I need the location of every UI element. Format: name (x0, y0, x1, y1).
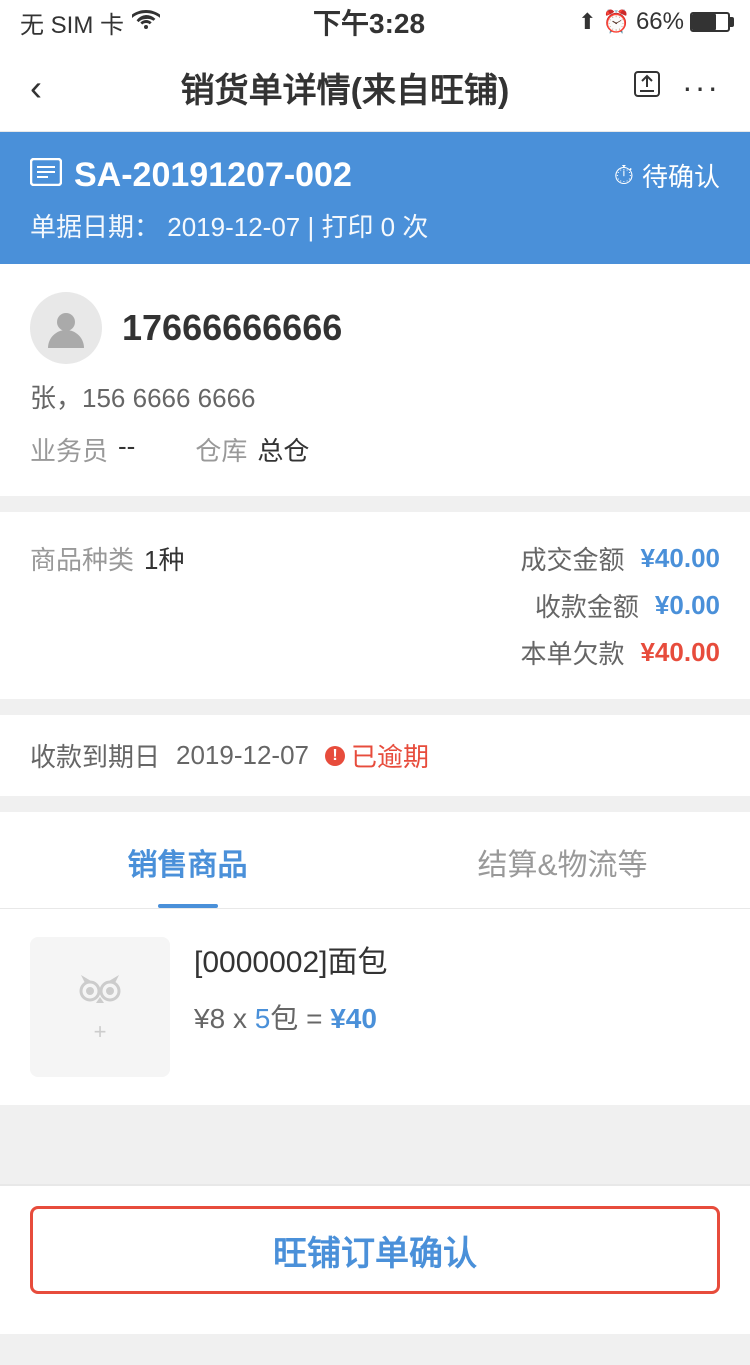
alarm-icon: ⏰ (603, 9, 630, 35)
customer-meta: 业务员 -- 仓库 总仓 (30, 431, 720, 468)
product-thumbnail: + (30, 937, 170, 1077)
customer-section: 17666666666 张，156 6666 6666 业务员 -- 仓库 总仓 (0, 264, 750, 496)
tab-settlement[interactable]: 结算&物流等 (375, 812, 750, 908)
received-label: 收款金额 (535, 587, 639, 624)
status-label: 待确认 (642, 157, 720, 194)
carrier-label: 无 SIM 卡 (20, 5, 124, 40)
product-type-value: 1种 (144, 540, 184, 577)
status-right: ⬆ ⏰ 66% (578, 8, 730, 36)
battery-percent: 66% (636, 8, 684, 36)
overdue-badge: ! 已逾期 (325, 737, 429, 774)
received-value: ¥0.00 (655, 590, 720, 621)
overdue-text: 已逾期 (351, 737, 429, 774)
product-name-text: 面包 (327, 946, 387, 979)
product-name: [0000002]面包 (194, 937, 720, 981)
multiply-sign: x (233, 1003, 255, 1034)
status-left: 无 SIM 卡 (20, 5, 160, 40)
nav-actions: ··· (600, 69, 720, 107)
page-title: 销货单详情(来自旺铺) (90, 63, 600, 112)
tabs-section: 销售商品 结算&物流等 (0, 812, 750, 909)
divider-1 (0, 496, 750, 512)
print-info: | 打印 0 次 (307, 212, 428, 242)
divider-3 (0, 796, 750, 812)
status-clock-icon: ⏱ (614, 160, 634, 192)
status-time: 下午3:28 (313, 2, 425, 42)
product-calc: ¥8 x 5包 = ¥40 (194, 997, 720, 1037)
battery-icon (690, 12, 730, 32)
amount-value: ¥40.00 (640, 543, 720, 574)
due-section: 收款到期日 2019-12-07 ! 已逾期 (0, 715, 750, 796)
product-unit: 包 (270, 1003, 298, 1034)
bottom-bar: 旺铺订单确认 (0, 1184, 750, 1334)
more-icon[interactable]: ··· (682, 69, 720, 106)
back-button[interactable]: ‹ (30, 67, 90, 109)
warehouse-value: 总仓 (257, 431, 309, 468)
order-status: ⏱ 待确认 (614, 157, 720, 194)
owed-value: ¥40.00 (640, 637, 720, 668)
product-code: [0000002] (194, 946, 327, 979)
product-section: + [0000002]面包 ¥8 x 5包 = ¥40 (0, 909, 750, 1105)
product-total: ¥40 (330, 1003, 377, 1034)
avatar (30, 292, 102, 364)
order-icon (30, 157, 62, 194)
sales-label: 业务员 (30, 431, 108, 468)
summary-section: 商品种类 1种 成交金额 ¥40.00 收款金额 ¥0.00 本单欠款 ¥40.… (0, 512, 750, 699)
customer-name: 张，156 6666 6666 (30, 378, 720, 415)
warehouse-label: 仓库 (195, 431, 247, 468)
sales-value: -- (118, 431, 135, 468)
confirm-button[interactable]: 旺铺订单确认 (30, 1206, 720, 1294)
due-date-value: 2019-12-07 (176, 740, 309, 771)
product-type-label: 商品种类 (30, 540, 134, 577)
equals-sign: = (306, 1003, 330, 1034)
order-date-row: 单据日期： 2019-12-07 | 打印 0 次 (30, 207, 720, 244)
order-date: 2019-12-07 (167, 212, 300, 242)
tab-sales-label: 销售商品 (128, 849, 248, 882)
status-bar: 无 SIM 卡 下午3:28 ⬆ ⏰ 66% (0, 0, 750, 44)
location-icon: ⬆ (578, 9, 596, 35)
product-item: + [0000002]面包 ¥8 x 5包 = ¥40 (30, 937, 720, 1077)
nav-bar: ‹ 销货单详情(来自旺铺) ··· (0, 44, 750, 132)
wifi-icon (132, 8, 160, 36)
tab-settlement-label: 结算&物流等 (477, 849, 647, 882)
product-price: ¥8 (194, 1003, 225, 1034)
date-label: 单据日期： (30, 212, 160, 242)
product-qty: 5 (255, 1003, 271, 1034)
tab-sales[interactable]: 销售商品 (0, 812, 375, 908)
order-id: SA-20191207-002 (74, 156, 352, 195)
overdue-dot-icon: ! (325, 746, 345, 766)
customer-phone: 17666666666 (122, 307, 342, 349)
due-date-label: 收款到期日 (30, 737, 160, 774)
owed-label: 本单欠款 (520, 634, 624, 671)
tabs-row: 销售商品 结算&物流等 (0, 812, 750, 909)
divider-2 (0, 699, 750, 715)
share-icon[interactable] (632, 69, 662, 107)
product-info: [0000002]面包 ¥8 x 5包 = ¥40 (194, 937, 720, 1037)
order-header-banner: SA-20191207-002 ⏱ 待确认 单据日期： 2019-12-07 |… (0, 132, 750, 264)
amount-label: 成交金额 (520, 540, 624, 577)
